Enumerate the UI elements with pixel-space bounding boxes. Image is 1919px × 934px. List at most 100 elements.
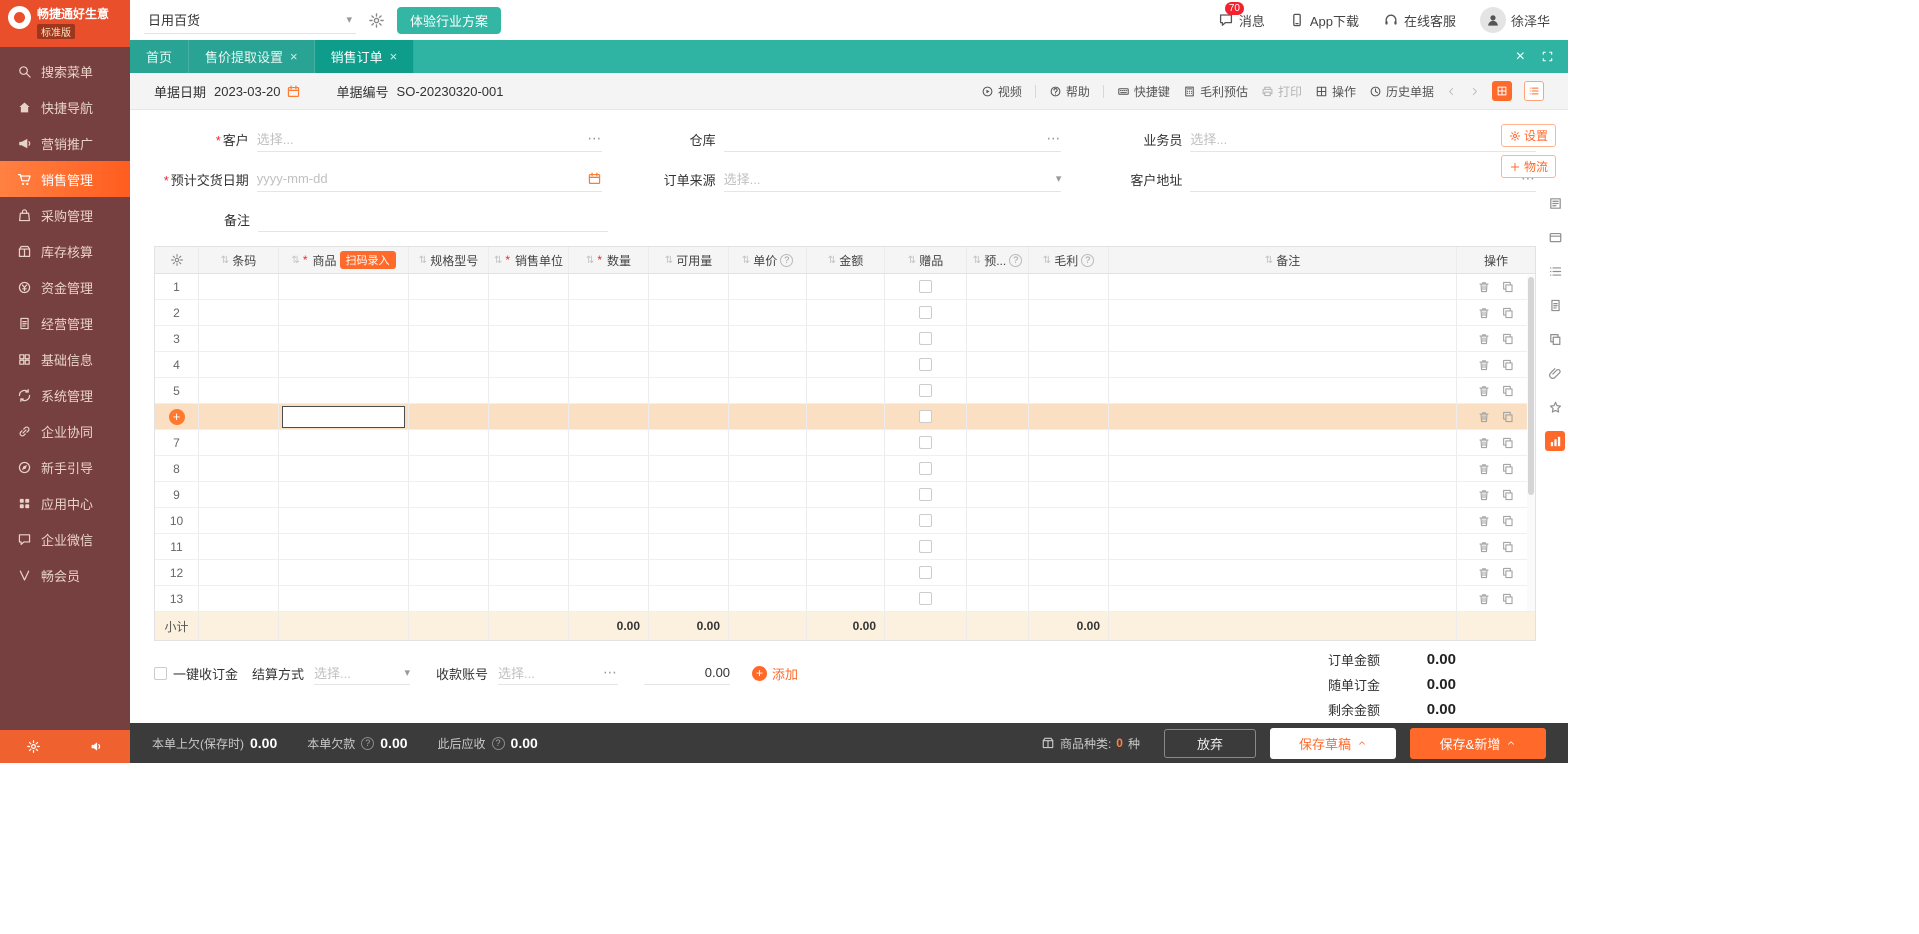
cell-profit[interactable] [1029,482,1109,507]
column-header-unit[interactable]: ⇅ * 销售单位 [489,247,569,273]
delete-row-icon[interactable] [1477,410,1491,424]
cell-pre[interactable] [967,508,1029,533]
cell-barcode[interactable] [199,378,279,403]
sort-icon[interactable]: ⇅ [908,255,916,266]
column-header-note[interactable]: ⇅ 备注 [1109,247,1457,273]
gift-checkbox[interactable] [919,514,932,527]
cell-price[interactable] [729,482,807,507]
customer-field[interactable]: 选择... ⋯ [256,126,603,152]
rail-clip-icon[interactable] [1545,363,1565,383]
cell-amount[interactable] [807,300,885,325]
cell-qty[interactable] [569,430,649,455]
cell-gift[interactable] [885,378,967,403]
info-icon[interactable]: ? [361,736,375,750]
cell-note[interactable] [1109,560,1457,585]
cell-pre[interactable] [967,404,1029,429]
cell-price[interactable] [729,352,807,377]
cell-amount[interactable] [807,274,885,299]
cell-spec[interactable] [409,430,489,455]
sidebar-item-1[interactable]: 快捷导航 [0,89,130,125]
cell-barcode[interactable] [199,430,279,455]
more-icon[interactable]: ⋯ [587,130,602,147]
cell-profit[interactable] [1029,508,1109,533]
cell-price[interactable] [729,430,807,455]
cell-spec[interactable] [409,326,489,351]
cell-product[interactable] [279,404,409,429]
delete-row-icon[interactable] [1477,514,1491,528]
gift-checkbox[interactable] [919,410,932,423]
onekey-deposit-checkbox[interactable] [154,666,167,680]
delete-row-icon[interactable] [1477,436,1491,450]
cell-barcode[interactable] [199,482,279,507]
calendar-icon[interactable] [587,171,602,186]
cell-unit[interactable] [489,326,569,351]
cell-qty[interactable] [569,274,649,299]
gift-checkbox[interactable] [919,332,932,345]
cell-qty[interactable] [569,378,649,403]
cell-qty[interactable] [569,326,649,351]
cell-spec[interactable] [409,560,489,585]
next-doc-icon[interactable] [1469,86,1480,97]
cell-amount[interactable] [807,404,885,429]
cell-available[interactable] [649,404,729,429]
sidebar-item-14[interactable]: 畅会员 [0,557,130,593]
calendar-icon[interactable] [286,84,301,99]
cell-available[interactable] [649,534,729,559]
cell-amount[interactable] [807,378,885,403]
cell-profit[interactable] [1029,378,1109,403]
cell-gift[interactable] [885,352,967,377]
cell-price[interactable] [729,300,807,325]
cell-gift[interactable] [885,404,967,429]
cell-unit[interactable] [489,586,569,611]
cell-amount[interactable] [807,534,885,559]
cell-gift[interactable] [885,300,967,325]
save-new-button[interactable]: 保存&新增 [1410,727,1546,759]
customer-address-field[interactable]: ⋯ [1190,166,1537,192]
sort-icon[interactable]: ⇅ [494,255,502,266]
sort-icon[interactable]: ⇅ [1265,255,1273,266]
delete-row-icon[interactable] [1477,592,1491,606]
gift-checkbox[interactable] [919,306,932,319]
cell-available[interactable] [649,274,729,299]
delete-row-icon[interactable] [1477,280,1491,294]
column-header-price[interactable]: ⇅ 单价? [729,247,807,273]
cell-spec[interactable] [409,352,489,377]
cell-note[interactable] [1109,456,1457,481]
cell-unit[interactable] [489,378,569,403]
sidebar-item-5[interactable]: 库存核算 [0,233,130,269]
cell-unit[interactable] [489,404,569,429]
cell-pre[interactable] [967,274,1029,299]
scrollbar-thumb[interactable] [1528,277,1534,495]
cell-price[interactable] [729,534,807,559]
copy-row-icon[interactable] [1501,384,1515,398]
cell-amount[interactable] [807,456,885,481]
sidebar-item-6[interactable]: 资金管理 [0,269,130,305]
column-header-barcode[interactable]: ⇅ 条码 [199,247,279,273]
cell-unit[interactable] [489,534,569,559]
cell-profit[interactable] [1029,352,1109,377]
sort-icon[interactable]: ⇅ [665,255,673,266]
column-header-available[interactable]: ⇅ 可用量 [649,247,729,273]
cell-product[interactable] [279,482,409,507]
cell-price[interactable] [729,508,807,533]
grid-settings-cell[interactable] [155,247,199,273]
column-header-pre[interactable]: ⇅ 预...? [967,247,1029,273]
cell-pre[interactable] [967,300,1029,325]
salesman-field[interactable]: 选择... ⋯ [1190,126,1537,152]
save-draft-button[interactable]: 保存草稿 [1270,727,1396,759]
add-payment-button[interactable]: + 添加 [752,664,798,683]
sidebar-item-0[interactable]: 搜索菜单 [0,53,130,89]
copy-row-icon[interactable] [1501,462,1515,476]
sidebar-item-7[interactable]: 经营管理 [0,305,130,341]
copy-row-icon[interactable] [1501,280,1515,294]
cell-gift[interactable] [885,326,967,351]
sidebar-item-2[interactable]: 营销推广 [0,125,130,161]
cell-barcode[interactable] [199,404,279,429]
delete-row-icon[interactable] [1477,358,1491,372]
cell-barcode[interactable] [199,560,279,585]
toolbar-action-4[interactable]: 打印 [1261,83,1302,100]
cell-price[interactable] [729,456,807,481]
cell-price[interactable] [729,560,807,585]
gift-checkbox[interactable] [919,540,932,553]
scrollbar[interactable] [1527,275,1535,611]
